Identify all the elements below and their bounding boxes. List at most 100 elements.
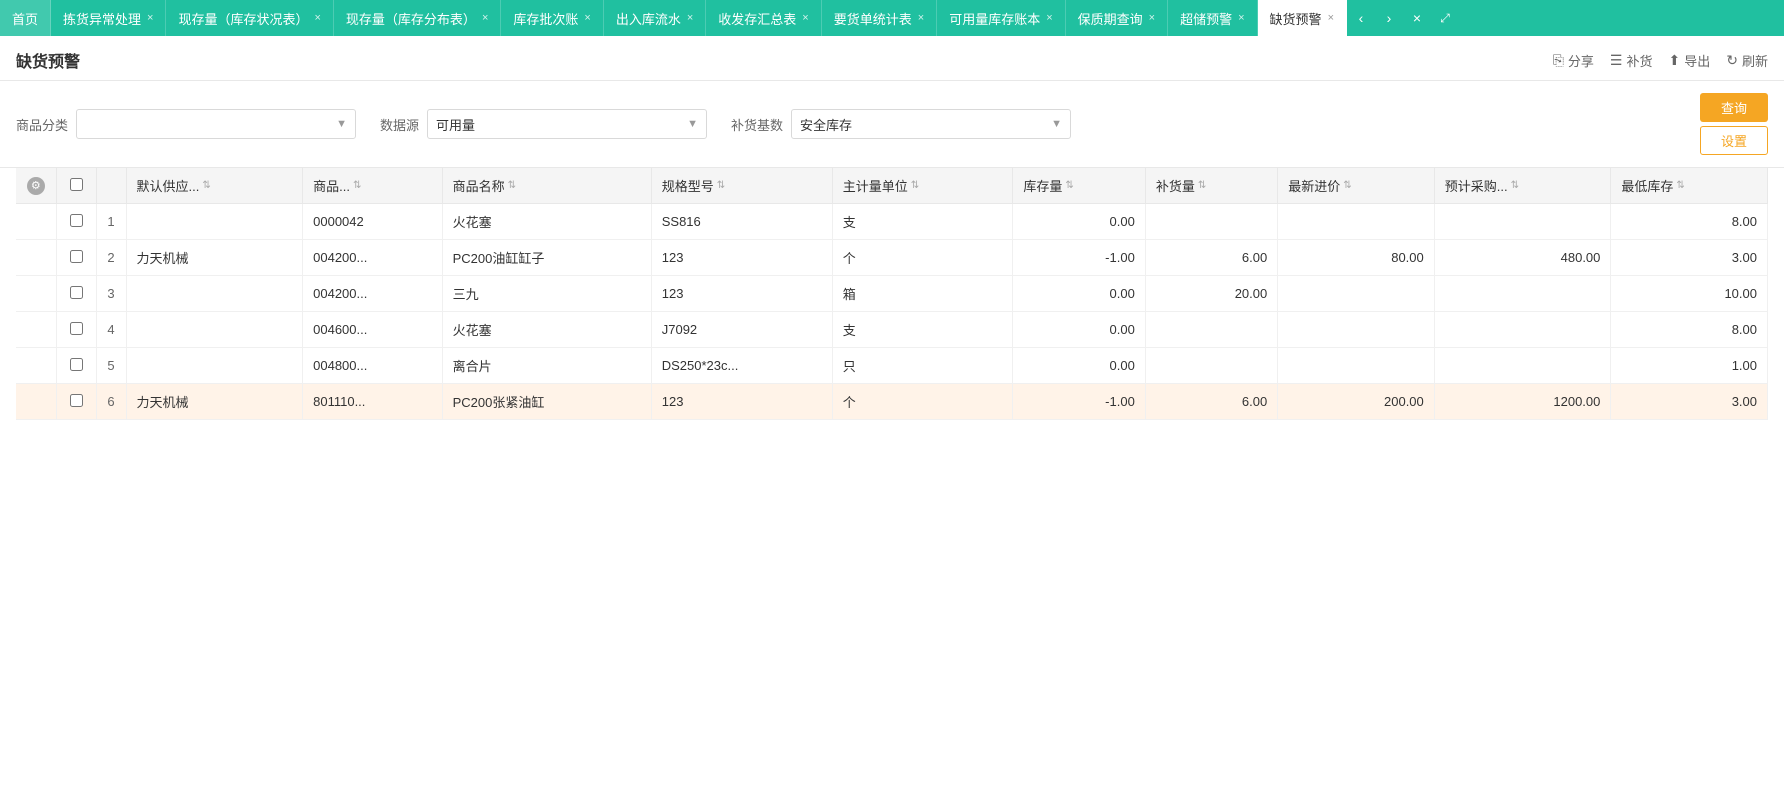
datasource-select[interactable]: 可用量 ▼ xyxy=(427,109,707,139)
th-estimated-purchase[interactable]: 预计采购...⇅ xyxy=(1434,168,1611,204)
row-goods-name: 离合片 xyxy=(442,348,651,384)
supplier-sort-icon: ⇅ xyxy=(202,180,210,191)
tab-nav-next[interactable]: › xyxy=(1375,0,1403,36)
th-replenish[interactable]: 补货量⇅ xyxy=(1145,168,1277,204)
replenish-base-filter-group: 补货基数 安全库存 ▼ xyxy=(731,109,1071,139)
row-supplier xyxy=(126,348,303,384)
refresh-button[interactable]: ↻ 刷新 xyxy=(1726,51,1768,70)
datasource-dropdown-icon: ▼ xyxy=(687,118,698,130)
tab-purchase-stat-close[interactable]: × xyxy=(918,12,924,24)
th-latest-price[interactable]: 最新进价⇅ xyxy=(1278,168,1435,204)
row-replenish xyxy=(1145,348,1277,384)
tab-inout-close[interactable]: × xyxy=(687,12,693,24)
th-supplier[interactable]: 默认供应...⇅ xyxy=(126,168,303,204)
row-supplier xyxy=(126,276,303,312)
row-goods-name: 三九 xyxy=(442,276,651,312)
row-checkbox[interactable] xyxy=(70,214,83,227)
row-checkbox[interactable] xyxy=(70,322,83,335)
tab-expiry[interactable]: 保质期查询 × xyxy=(1066,0,1168,36)
row-num: 3 xyxy=(96,276,126,312)
tab-exception-close[interactable]: × xyxy=(147,12,153,24)
tab-batch[interactable]: 库存批次账 × xyxy=(501,0,603,36)
row-checkbox-cell[interactable] xyxy=(56,276,96,312)
tab-receive[interactable]: 收发存汇总表 × xyxy=(706,0,821,36)
row-spec: DS250*23c... xyxy=(651,348,832,384)
row-checkbox[interactable] xyxy=(70,394,83,407)
tab-overstock[interactable]: 超储预警 × xyxy=(1168,0,1257,36)
gear-icon[interactable]: ⚙ xyxy=(27,177,45,195)
row-spec: SS816 xyxy=(651,204,832,240)
th-min-stock[interactable]: 最低库存⇅ xyxy=(1611,168,1768,204)
tab-nav-expand[interactable]: ⤢ xyxy=(1431,0,1459,36)
row-replenish xyxy=(1145,204,1277,240)
row-unit: 个 xyxy=(832,384,1013,420)
th-goods-code[interactable]: 商品...⇅ xyxy=(303,168,443,204)
row-estimated-purchase xyxy=(1434,204,1611,240)
th-unit[interactable]: 主计量单位⇅ xyxy=(832,168,1013,204)
tab-inventory-status[interactable]: 现存量（库存状况表） × xyxy=(166,0,333,36)
settings-button[interactable]: 设置 xyxy=(1700,126,1768,155)
row-replenish xyxy=(1145,312,1277,348)
row-checkbox[interactable] xyxy=(70,250,83,263)
row-goods-code: 004200... xyxy=(303,276,443,312)
replenish-button[interactable]: ☰ 补货 xyxy=(1610,51,1653,70)
tab-exception[interactable]: 拣货异常处理 × xyxy=(51,0,166,36)
tab-inout[interactable]: 出入库流水 × xyxy=(604,0,706,36)
row-num: 1 xyxy=(96,204,126,240)
th-gear[interactable]: ⚙ xyxy=(16,168,56,204)
row-goods-name: PC200张紧油缸 xyxy=(442,384,651,420)
row-latest-price xyxy=(1278,204,1435,240)
tab-expiry-close[interactable]: × xyxy=(1149,12,1155,24)
row-min-stock: 3.00 xyxy=(1611,384,1768,420)
category-dropdown-icon: ▼ xyxy=(336,118,347,130)
tab-available-ledger[interactable]: 可用量库存账本 × xyxy=(937,0,1065,36)
select-all-checkbox[interactable] xyxy=(70,178,83,191)
tab-nav-close[interactable]: × xyxy=(1403,0,1431,36)
tab-inventory-dist-close[interactable]: × xyxy=(482,12,488,24)
th-checkbox[interactable] xyxy=(56,168,96,204)
tab-inventory-status-close[interactable]: × xyxy=(314,12,320,24)
row-checkbox-cell[interactable] xyxy=(56,384,96,420)
refresh-icon: ↻ xyxy=(1726,52,1738,69)
tab-overstock-close[interactable]: × xyxy=(1238,12,1244,24)
row-replenish: 6.00 xyxy=(1145,240,1277,276)
row-latest-price xyxy=(1278,348,1435,384)
row-checkbox-cell[interactable] xyxy=(56,348,96,384)
tab-batch-close[interactable]: × xyxy=(584,12,590,24)
tab-purchase-stat[interactable]: 要货单统计表 × xyxy=(822,0,937,36)
tab-shortage[interactable]: 缺货预警 × xyxy=(1258,0,1347,36)
row-checkbox[interactable] xyxy=(70,358,83,371)
th-rownum xyxy=(96,168,126,204)
page-header: 缺货预警 ⎘ 分享 ☰ 补货 ⬆ 导出 ↻ 刷新 xyxy=(0,36,1784,81)
th-spec[interactable]: 规格型号⇅ xyxy=(651,168,832,204)
table-row: 6 力天机械 801110... PC200张紧油缸 123 个 -1.00 6… xyxy=(16,384,1768,420)
tab-shortage-close[interactable]: × xyxy=(1328,12,1334,24)
query-button[interactable]: 查询 xyxy=(1700,93,1768,122)
table-row: 4 004600... 火花塞 J7092 支 0.00 8.00 xyxy=(16,312,1768,348)
export-button[interactable]: ⬆ 导出 xyxy=(1669,51,1711,70)
th-goods-name[interactable]: 商品名称⇅ xyxy=(442,168,651,204)
row-spec: J7092 xyxy=(651,312,832,348)
row-min-stock: 8.00 xyxy=(1611,204,1768,240)
tab-receive-close[interactable]: × xyxy=(802,12,808,24)
tab-home[interactable]: 首页 xyxy=(0,0,51,36)
row-checkbox-cell[interactable] xyxy=(56,240,96,276)
share-button[interactable]: ⎘ 分享 xyxy=(1553,51,1594,70)
tab-nav-prev[interactable]: ‹ xyxy=(1347,0,1375,36)
row-stock: 0.00 xyxy=(1013,276,1145,312)
row-supplier: 力天机械 xyxy=(126,384,303,420)
category-select[interactable]: ▼ xyxy=(76,109,356,139)
row-estimated-purchase xyxy=(1434,312,1611,348)
row-checkbox-cell[interactable] xyxy=(56,312,96,348)
row-checkbox-cell[interactable] xyxy=(56,204,96,240)
row-checkbox[interactable] xyxy=(70,286,83,299)
row-goods-code: 801110... xyxy=(303,384,443,420)
replenish-base-select[interactable]: 安全库存 ▼ xyxy=(791,109,1071,139)
tab-available-ledger-close[interactable]: × xyxy=(1046,12,1052,24)
stock-sort-icon: ⇅ xyxy=(1065,180,1073,191)
replenish-base-dropdown-icon: ▼ xyxy=(1051,118,1062,130)
table-row: 5 004800... 离合片 DS250*23c... 只 0.00 1.00 xyxy=(16,348,1768,384)
tab-inventory-dist[interactable]: 现存量（库存分布表） × xyxy=(334,0,501,36)
th-stock[interactable]: 库存量⇅ xyxy=(1013,168,1145,204)
row-num: 6 xyxy=(96,384,126,420)
